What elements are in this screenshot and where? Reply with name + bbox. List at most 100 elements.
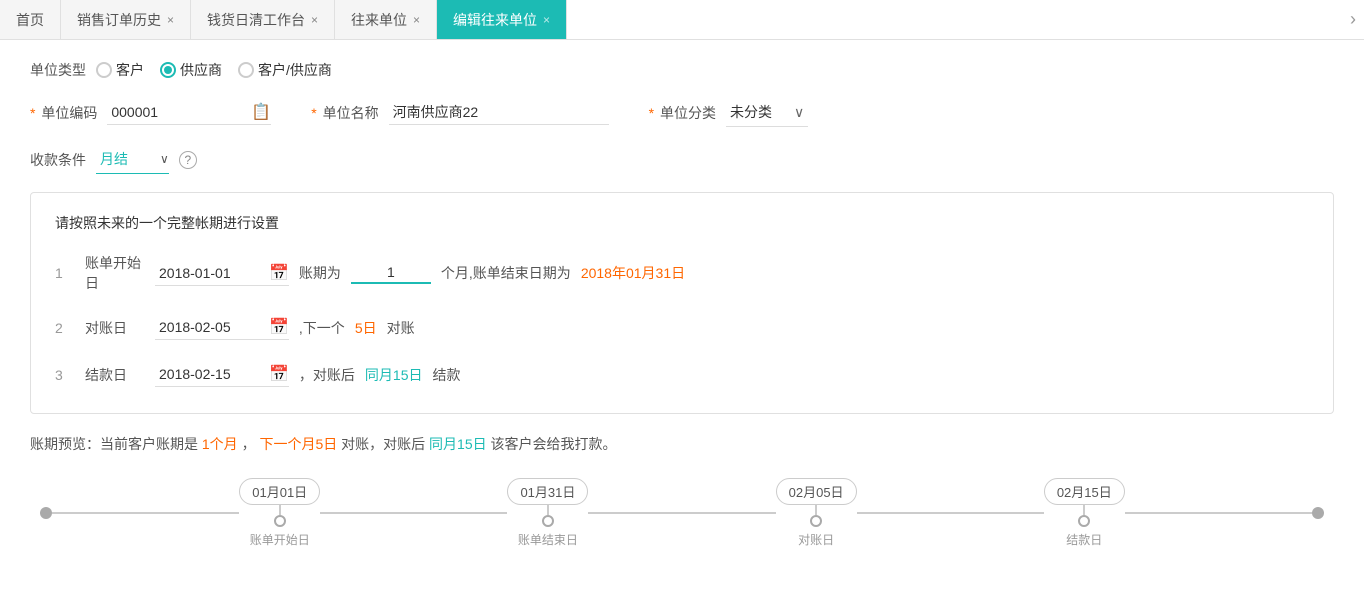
timeline-dot-end [1312, 507, 1324, 519]
tab-sales-history-label: 销售订单历史 [77, 10, 161, 30]
tab-partner[interactable]: 往来单位 × [335, 0, 437, 39]
period-start-date-input-group: 📅 [155, 261, 289, 286]
unit-code-input-group: 📋 [107, 100, 271, 125]
tab-home[interactable]: 首页 [0, 0, 61, 39]
period-row-2-num: 2 [55, 320, 75, 336]
radio-customer-circle [96, 62, 112, 78]
timeline-badge-2: 02月05日 [776, 478, 857, 505]
radio-supplier[interactable]: 供应商 [160, 60, 222, 80]
radio-customer-supplier-circle [238, 62, 254, 78]
timeline-dot-1 [274, 515, 286, 527]
timeline-segment-1 [52, 512, 239, 514]
timeline-node-2: 01月31日 账单结束日 [507, 478, 588, 548]
timeline-node-3: 02月05日 对账日 [776, 478, 857, 548]
payment-date-calendar-icon[interactable]: 📅 [269, 364, 289, 384]
period-months-input[interactable] [351, 262, 431, 284]
timeline-badge-0: 01月01日 [239, 478, 320, 505]
preview-part3: 同月15日 [429, 436, 487, 452]
tab-edit-partner-label: 编辑往来单位 [453, 10, 537, 30]
period-start-date-calendar-icon[interactable]: 📅 [269, 263, 289, 283]
period-start-date-input[interactable] [155, 261, 265, 285]
reconcile-suffix: 对账 [387, 318, 415, 338]
reconcile-date-input-group: 📅 [155, 315, 289, 340]
tab-expand-button[interactable]: › [1342, 0, 1364, 39]
timeline-label-3: 结款日 [1066, 531, 1102, 548]
payment-terms-label: 收款条件 [30, 150, 86, 170]
required-star-name: * [311, 105, 316, 121]
timeline-connector-3 [1083, 505, 1085, 515]
timeline-label-0: 账单开始日 [250, 531, 310, 548]
tab-sales-history[interactable]: 销售订单历史 × [61, 0, 191, 39]
preview-middle: 对账，对账后 [341, 436, 425, 452]
payment-suffix: 结款 [433, 365, 461, 385]
close-cash-workbench-icon[interactable]: × [311, 13, 318, 27]
unit-classify-label: * 单位分类 [649, 103, 716, 123]
payment-terms-row: 收款条件 月结 ∨ ? [30, 145, 1334, 174]
reconcile-date-input[interactable] [155, 315, 265, 339]
preview-label: 账期预览：当前客户账期是 [30, 436, 198, 452]
timeline-dot-2 [542, 515, 554, 527]
timeline-segment-3 [588, 512, 775, 514]
timeline-node-4: 02月15日 结款日 [1044, 478, 1125, 548]
timeline-dot-3 [810, 515, 822, 527]
required-star-code: * [30, 105, 35, 121]
tab-partner-label: 往来单位 [351, 10, 407, 30]
radio-customer-label: 客户 [116, 60, 144, 80]
timeline-segment-2 [320, 512, 507, 514]
tab-bar: 首页 销售订单历史 × 钱货日清工作台 × 往来单位 × 编辑往来单位 × › [0, 0, 1364, 40]
timeline-segment-5 [1125, 512, 1312, 514]
radio-customer-supplier[interactable]: 客户/供应商 [238, 60, 332, 80]
timeline-segment-4 [857, 512, 1044, 514]
payment-highlight: 同月15日 [365, 365, 423, 385]
radio-group-unit-type: 客户 供应商 客户/供应商 [96, 60, 332, 80]
timeline-node-0 [40, 507, 52, 519]
unit-name-label: * 单位名称 [311, 103, 378, 123]
timeline: 01月01日 账单开始日 01月31日 账单结束日 02月05日 对账日 02月… [30, 478, 1334, 548]
unit-code-lookup-icon[interactable]: 📋 [251, 102, 271, 122]
timeline-dot-start [40, 507, 52, 519]
period-row-2-label: 对账日 [85, 318, 145, 338]
period-card: 请按照未来的一个完整帐期进行设置 1 账单开始日 📅 账期为 个月,账单结束日期… [30, 192, 1334, 414]
timeline-badge-3: 02月15日 [1044, 478, 1125, 505]
close-sales-history-icon[interactable]: × [167, 13, 174, 27]
period-row-2: 2 对账日 📅 ,下一个 5日 对账 [55, 315, 1309, 340]
timeline-node-1: 01月01日 账单开始日 [239, 478, 320, 548]
timeline-label-2: 对账日 [798, 531, 834, 548]
close-edit-partner-icon[interactable]: × [543, 13, 550, 27]
period-row-3-num: 3 [55, 367, 75, 383]
unit-code-input[interactable] [107, 100, 247, 124]
timeline-label-1: 账单结束日 [518, 531, 578, 548]
preview-comma1: ， [242, 436, 256, 452]
period-row-1-label: 账单开始日 [85, 253, 145, 293]
radio-customer[interactable]: 客户 [96, 60, 144, 80]
reconcile-prefix: ,下一个 [299, 318, 345, 338]
unit-classify-select[interactable]: 未分类 ∨ [726, 98, 808, 127]
radio-customer-supplier-label: 客户/供应商 [258, 60, 332, 80]
reconcile-highlight: 5日 [355, 318, 377, 338]
period-months-suffix: 个月,账单结束日期为 [441, 263, 571, 283]
payment-date-input-group: 📅 [155, 362, 289, 387]
close-partner-icon[interactable]: × [413, 13, 420, 27]
payment-terms-select[interactable]: 月结 ∨ [96, 145, 169, 174]
payment-prefix: ，对账后 [299, 365, 355, 385]
period-end-date: 2018年01月31日 [581, 263, 685, 283]
period-instruction: 请按照未来的一个完整帐期进行设置 [55, 213, 1309, 233]
unit-classify-value: 未分类 [730, 102, 790, 122]
preview-end: 该客户会给我打款。 [491, 436, 617, 452]
preview-part2: 下一个月5日 [259, 436, 337, 452]
unit-info-row: * 单位编码 📋 * 单位名称 * 单位分类 未分类 ∨ [30, 98, 1334, 127]
unit-type-row: 单位类型 客户 供应商 客户/供应商 [30, 60, 1334, 80]
timeline-connector-2 [815, 505, 817, 515]
preview-section: 账期预览：当前客户账期是 1个月 ， 下一个月5日 对账，对账后 同月15日 该… [30, 434, 1334, 454]
unit-name-input[interactable] [389, 100, 609, 125]
payment-terms-chevron-icon: ∨ [160, 152, 169, 166]
unit-type-label: 单位类型 [30, 60, 86, 80]
tab-cash-workbench[interactable]: 钱货日清工作台 × [191, 0, 335, 39]
timeline-node-end [1312, 507, 1324, 519]
timeline-connector-0 [279, 505, 281, 515]
period-row-3-label: 结款日 [85, 365, 145, 385]
reconcile-date-calendar-icon[interactable]: 📅 [269, 317, 289, 337]
tab-edit-partner[interactable]: 编辑往来单位 × [437, 0, 567, 39]
payment-date-input[interactable] [155, 362, 265, 386]
payment-terms-help-icon[interactable]: ? [179, 151, 197, 169]
